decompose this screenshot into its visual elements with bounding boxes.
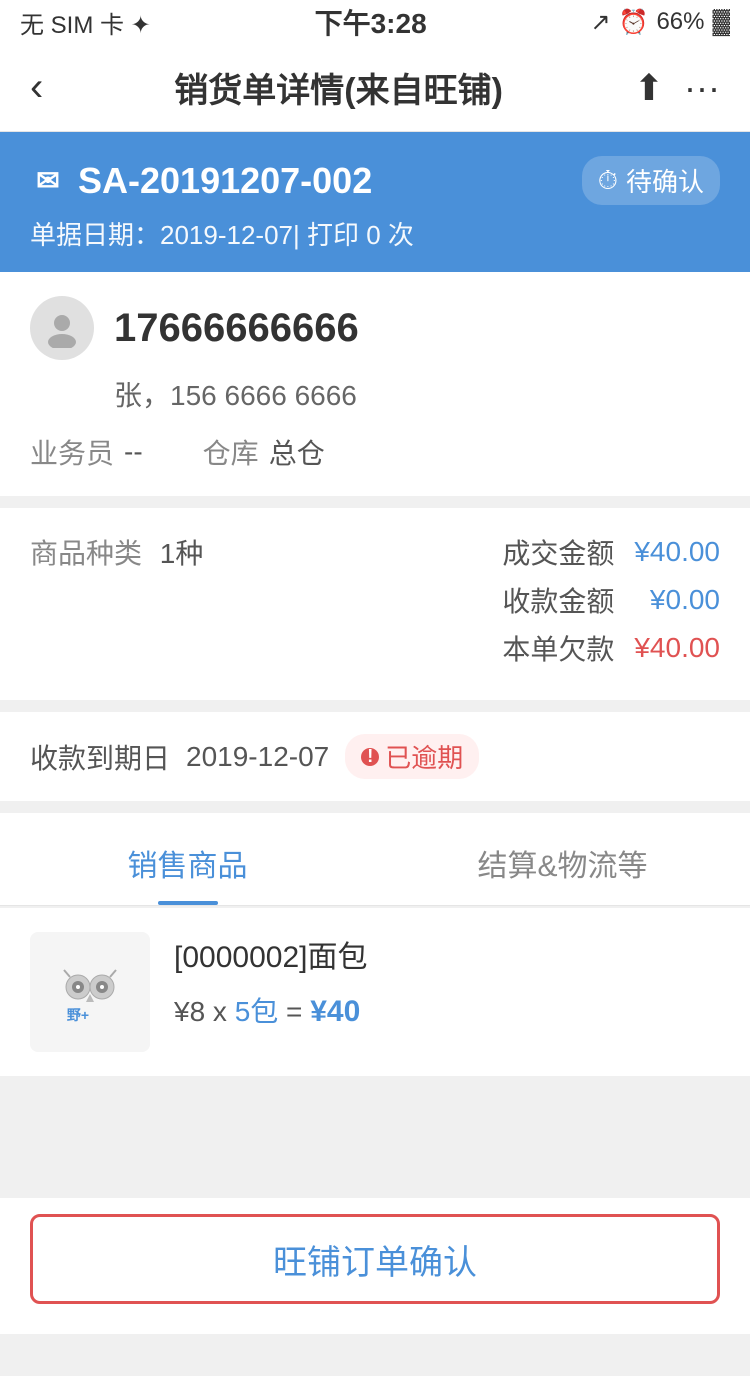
customer-name: 张，156 6666 6666 [30, 374, 720, 414]
received-row: 收款金额 ¥0.00 [502, 580, 720, 620]
order-id-text: SA-20191207-002 [78, 160, 372, 202]
back-button[interactable]: ‹ [30, 65, 43, 110]
price-separator: = [278, 996, 310, 1027]
confirm-order-label: 旺铺订单确认 [273, 1235, 477, 1284]
product-total: ¥40 [310, 995, 360, 1028]
warehouse-field: 仓库 总仓 [203, 432, 325, 472]
order-date: 单据日期：2019-12-07| 打印 0 次 [30, 215, 720, 252]
nav-actions: ⬆ ··· [634, 67, 720, 109]
goods-type-value: 1种 [160, 538, 204, 569]
status-time: 下午3:28 [315, 2, 427, 42]
nav-bar: ‹ 销货单详情(来自旺铺) ⬆ ··· [0, 44, 750, 132]
order-id: ✉ SA-20191207-002 [30, 160, 372, 202]
product-price: ¥8 x 5包 = ¥40 [174, 990, 720, 1030]
battery-status: 66% [656, 8, 704, 36]
sim-status: 无 SIM 卡 ✦ [20, 5, 151, 40]
status-right: ↗ ⏰ 66% ▓ [590, 8, 730, 37]
product-info: [0000002]面包 ¥8 x 5包 = ¥40 [174, 932, 720, 1030]
warehouse-label: 仓库 [203, 432, 259, 472]
order-date-label: 单据日期： [30, 220, 160, 250]
salesperson-label: 业务员 [30, 432, 114, 472]
location-icon: ↗ [590, 8, 610, 37]
customer-avatar [30, 296, 94, 360]
overdue-badge: ! 已逾期 [345, 734, 479, 779]
order-date-value: 2019-12-07 [160, 220, 293, 250]
nav-title: 销货单详情(来自旺铺) [174, 63, 503, 112]
order-icon: ✉ [30, 167, 66, 195]
due-date-label: 收款到期日 [30, 737, 170, 777]
status-text: 待确认 [626, 162, 704, 199]
order-status: ⏱ 待确认 [582, 156, 720, 205]
owed-label: 本单欠款 [502, 628, 614, 668]
print-info: | 打印 0 次 [293, 220, 414, 250]
confirm-order-button[interactable]: 旺铺订单确认 [30, 1214, 720, 1304]
transaction-amount: ¥40.00 [634, 536, 720, 568]
order-header: ✉ SA-20191207-002 ⏱ 待确认 单据日期：2019-12-07|… [0, 132, 750, 272]
status-clock-icon: ⏱ [598, 165, 618, 197]
tabs-bar: 销售商品 结算&物流等 [0, 813, 750, 906]
product-thumbnail: 野+ [30, 932, 150, 1052]
tab-sales-products-label: 销售商品 [128, 850, 248, 883]
customer-header: 17666666666 [30, 296, 720, 360]
product-item: 野+ [0000002]面包 ¥8 x 5包 = ¥40 [30, 932, 720, 1052]
status-left: 无 SIM 卡 ✦ [20, 5, 151, 40]
amounts-block: 成交金额 ¥40.00 收款金额 ¥0.00 本单欠款 ¥40.00 [502, 532, 720, 676]
salesperson-value: -- [124, 436, 143, 468]
customer-phone: 17666666666 [114, 306, 359, 351]
product-name: [0000002]面包 [174, 932, 720, 976]
warehouse-value: 总仓 [269, 432, 325, 472]
bottom-bar: 旺铺订单确认 [0, 1198, 750, 1334]
received-amount: ¥0.00 [650, 584, 720, 616]
alarm-icon: ⏰ [619, 8, 649, 37]
transaction-label: 成交金额 [502, 532, 614, 572]
due-date-card: 收款到期日 2019-12-07 ! 已逾期 [0, 712, 750, 801]
summary-card: 商品种类 1种 成交金额 ¥40.00 收款金额 ¥0.00 本单欠款 ¥40.… [0, 508, 750, 700]
goods-type-field: 商品种类 1种 [30, 532, 203, 572]
battery-icon: ▓ [713, 8, 731, 36]
status-bar: 无 SIM 卡 ✦ 下午3:28 ↗ ⏰ 66% ▓ [0, 0, 750, 44]
tab-settlement-label: 结算&物流等 [477, 850, 647, 883]
export-icon[interactable]: ⬆ [634, 67, 664, 109]
customer-card: 17666666666 张，156 6666 6666 业务员 -- 仓库 总仓 [0, 272, 750, 496]
transaction-row: 成交金额 ¥40.00 [502, 532, 720, 572]
owed-row: 本单欠款 ¥40.00 [502, 628, 720, 668]
received-label: 收款金额 [502, 580, 614, 620]
order-id-row: ✉ SA-20191207-002 ⏱ 待确认 [30, 156, 720, 205]
overdue-text: 已逾期 [385, 738, 463, 775]
product-qty: 5包 [235, 996, 279, 1027]
price-text: ¥8 x [174, 996, 235, 1027]
more-icon[interactable]: ··· [684, 67, 720, 109]
owed-amount: ¥40.00 [634, 632, 720, 664]
customer-meta: 业务员 -- 仓库 总仓 [30, 432, 720, 472]
tab-sales-products[interactable]: 销售商品 [0, 813, 375, 905]
svg-text:野+: 野+ [67, 1007, 89, 1023]
salesperson-field: 业务员 -- [30, 432, 143, 472]
tab-settlement[interactable]: 结算&物流等 [375, 813, 750, 905]
goods-type-label: 商品种类 [30, 538, 142, 569]
overdue-exclamation-icon: ! [361, 748, 379, 766]
product-section: 野+ [0000002]面包 ¥8 x 5包 = ¥40 [0, 908, 750, 1076]
due-date-value: 2019-12-07 [186, 741, 329, 773]
